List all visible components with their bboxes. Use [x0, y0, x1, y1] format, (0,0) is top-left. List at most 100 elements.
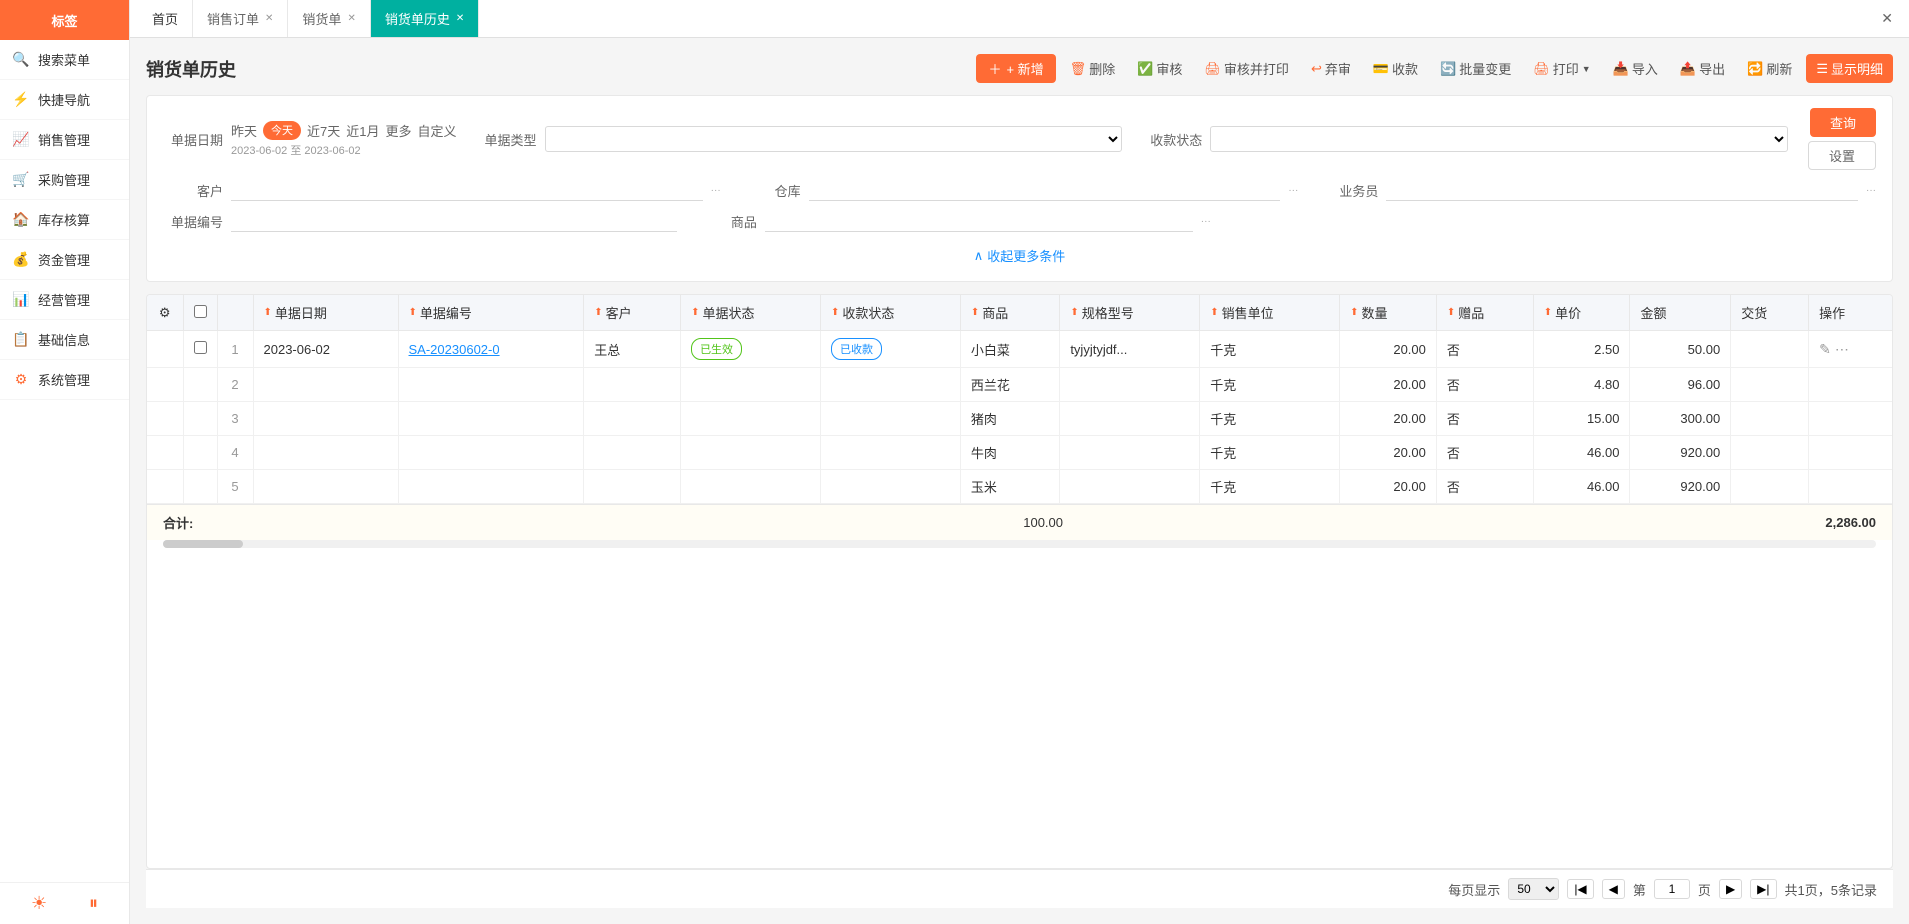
sales-rep-input[interactable] — [1386, 180, 1858, 201]
warehouse-filter-input[interactable] — [809, 180, 1281, 201]
th-payment-status[interactable]: ⬆收款状态 — [820, 295, 960, 331]
collapse-button[interactable]: ∧ 收起更多条件 — [163, 242, 1876, 269]
sidebar-item-purchase-mgmt[interactable]: 🛒 采购管理 — [0, 160, 129, 200]
td-doc-date — [253, 402, 398, 436]
page-size-select[interactable]: 20 50 100 200 — [1508, 878, 1559, 900]
sidebar-item-sys-mgmt[interactable]: ⚙ 系统管理 — [0, 360, 129, 400]
td-check[interactable] — [183, 402, 217, 436]
delete-button[interactable]: 🗑 删除 — [1062, 55, 1124, 82]
date-tab-more[interactable]: 更多 — [385, 121, 411, 140]
th-settings[interactable]: ⚙ — [147, 295, 183, 331]
sidebar-item-search-menu[interactable]: 🔍 搜索菜单 — [0, 40, 129, 80]
dropdown-arrow-icon: ▼ — [1582, 64, 1591, 74]
page-prefix-label: 第 — [1633, 880, 1646, 899]
th-qty[interactable]: ⬆数量 — [1340, 295, 1437, 331]
tab-home[interactable]: 首页 — [138, 0, 193, 37]
import-button[interactable]: 📥 导入 — [1605, 55, 1666, 82]
batch-change-button[interactable]: 🔄 批量变更 — [1432, 55, 1519, 82]
th-unit[interactable]: ⬆销售单位 — [1200, 295, 1340, 331]
td-check[interactable] — [183, 331, 217, 368]
select-all-checkbox[interactable] — [194, 305, 207, 318]
td-doc-date — [253, 368, 398, 402]
doc-type-select[interactable] — [545, 126, 1123, 152]
filter-date: 单据日期 昨天 今天 近7天 近1月 更多 自定义 2023-06-02 至 2… — [163, 121, 457, 158]
audit-button[interactable]: ✅ 审核 — [1129, 55, 1190, 82]
window-close-button[interactable]: ✕ — [1873, 6, 1901, 31]
warehouse-dots-icon[interactable]: ··· — [1288, 185, 1298, 196]
date-tab-today[interactable]: 今天 — [263, 121, 301, 140]
td-payment-status — [820, 470, 960, 504]
td-check[interactable] — [183, 368, 217, 402]
sidebar-sun-icon[interactable]: ☀ — [31, 893, 47, 914]
goods-filter-input[interactable] — [765, 211, 1193, 232]
th-gift[interactable]: ⬆赠品 — [1436, 295, 1533, 331]
edit-icon[interactable]: ✎ — [1819, 341, 1831, 358]
page-number-input[interactable] — [1654, 879, 1690, 899]
th-doc-date[interactable]: ⬆单据日期 — [253, 295, 398, 331]
filter-doc-type: 单据类型 — [477, 126, 1123, 152]
td-doc-number[interactable] — [398, 402, 584, 436]
sidebar-item-fund-mgmt[interactable]: 💰 资金管理 — [0, 240, 129, 280]
discard-icon: ↩ — [1311, 61, 1322, 77]
audit-print-button[interactable]: 🖨 审核并打印 — [1196, 55, 1297, 82]
sidebar-item-basic-info[interactable]: 📋 基础信息 — [0, 320, 129, 360]
goods-dots-icon[interactable]: ··· — [1201, 216, 1211, 227]
first-page-button[interactable]: |◀ — [1567, 879, 1593, 899]
tab-close-icon[interactable]: ✕ — [265, 13, 273, 24]
query-button[interactable]: 查询 — [1810, 108, 1876, 137]
customer-dots-icon[interactable]: ··· — [711, 185, 721, 196]
date-tab-custom[interactable]: 自定义 — [418, 121, 457, 140]
date-tab-yesterday[interactable]: 昨天 — [231, 121, 257, 140]
td-doc-number[interactable]: SA-20230602-0 — [398, 331, 584, 368]
sidebar-pause-icon[interactable]: ⏸ — [89, 893, 98, 914]
sort-icon: ⬆ — [1544, 307, 1552, 318]
collect-button[interactable]: 💳 收款 — [1365, 55, 1426, 82]
new-button[interactable]: ＋ + 新增 — [976, 54, 1055, 83]
table-scrollbar[interactable] — [163, 540, 1876, 548]
tab-sales-order[interactable]: 销售订单 ✕ — [193, 0, 288, 37]
sales-rep-dots-icon[interactable]: ··· — [1866, 185, 1876, 196]
sidebar-item-sales-mgmt[interactable]: 📈 销售管理 — [0, 120, 129, 160]
print-button[interactable]: 🖨 打印 ▼ — [1525, 55, 1598, 82]
doc-number-input[interactable] — [231, 211, 677, 232]
td-check[interactable] — [183, 436, 217, 470]
row-checkbox[interactable] — [194, 341, 207, 354]
th-check[interactable] — [183, 295, 217, 331]
th-unit-price[interactable]: ⬆单价 — [1533, 295, 1630, 331]
tab-close-icon[interactable]: ✕ — [347, 13, 355, 24]
refresh-button[interactable]: 🔁 刷新 — [1739, 55, 1800, 82]
more-icon[interactable]: ⋯ — [1835, 341, 1849, 358]
td-check[interactable] — [183, 470, 217, 504]
customer-filter-input[interactable] — [231, 180, 703, 201]
td-qty: 20.00 — [1340, 402, 1437, 436]
td-doc-number[interactable] — [398, 436, 584, 470]
date-tab-7days[interactable]: 近7天 — [307, 121, 340, 140]
date-tab-1month[interactable]: 近1月 — [346, 121, 379, 140]
td-goods: 西兰花 — [960, 368, 1059, 402]
prev-page-button[interactable]: ◀ — [1602, 879, 1625, 899]
show-detail-button[interactable]: ☰ 显示明细 — [1806, 54, 1893, 83]
last-page-button[interactable]: ▶| — [1750, 879, 1776, 899]
th-doc-status[interactable]: ⬆单据状态 — [681, 295, 821, 331]
th-spec[interactable]: ⬆规格型号 — [1060, 295, 1200, 331]
export-button[interactable]: 📤 导出 — [1672, 55, 1733, 82]
sidebar-item-stock-calc[interactable]: 🏠 库存核算 — [0, 200, 129, 240]
sidebar-item-ops-mgmt[interactable]: 📊 经营管理 — [0, 280, 129, 320]
discard-button[interactable]: ↩ 弃审 — [1303, 55, 1359, 82]
sidebar-item-quick-nav[interactable]: ⚡ 快捷导航 — [0, 80, 129, 120]
tab-sales-history[interactable]: 销货单历史 ✕ — [371, 0, 479, 37]
th-customer[interactable]: ⬆客户 — [584, 295, 681, 331]
th-goods[interactable]: ⬆商品 — [960, 295, 1059, 331]
tab-sales-goods[interactable]: 销货单 ✕ — [288, 0, 370, 37]
td-doc-number[interactable] — [398, 368, 584, 402]
filter-warehouse: 仓库 ··· — [741, 180, 1299, 201]
th-doc-number[interactable]: ⬆单据编号 — [398, 295, 584, 331]
doc-number-link[interactable]: SA-20230602-0 — [409, 342, 500, 357]
next-page-button[interactable]: ▶ — [1719, 879, 1742, 899]
settings-button[interactable]: 设置 — [1808, 141, 1876, 170]
page-size-label: 每页显示 — [1448, 880, 1500, 899]
table-scroll-thumb[interactable] — [163, 540, 243, 548]
tab-close-icon[interactable]: ✕ — [456, 13, 464, 24]
payment-status-select[interactable] — [1210, 126, 1788, 152]
td-doc-number[interactable] — [398, 470, 584, 504]
